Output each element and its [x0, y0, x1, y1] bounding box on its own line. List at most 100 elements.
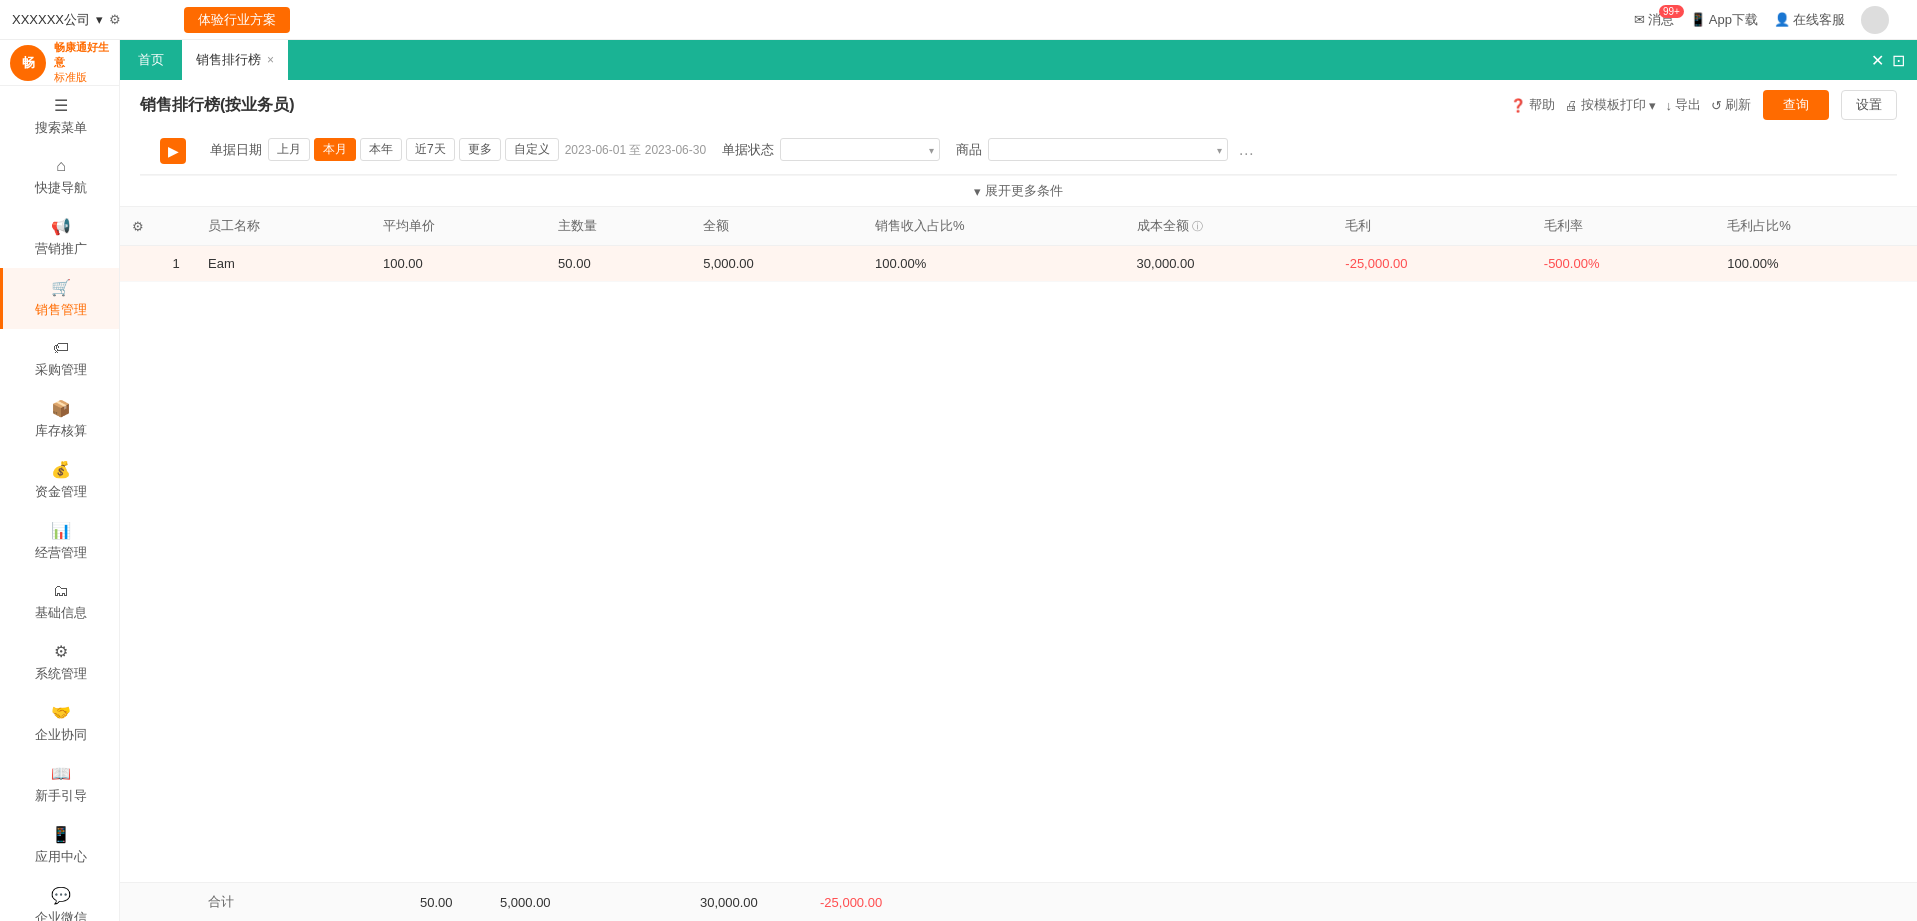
sidebar-item-basic[interactable]: 🗂 基础信息 — [0, 572, 119, 632]
table-header: ⚙ 员工名称 平均单价 主数量 全额 销售收入占比% 成本全额 ⓘ 毛利 毛利率… — [120, 207, 1917, 246]
avatar[interactable] — [1861, 6, 1889, 34]
date-btn-more[interactable]: 更多 — [459, 138, 501, 161]
filter-expand-icon[interactable]: ▶ — [160, 138, 186, 164]
message-button[interactable]: ✉ 消息 99+ — [1634, 11, 1674, 29]
col-sales-pct: 销售收入占比% — [863, 207, 1125, 246]
goods-filter-label: 商品 — [956, 141, 982, 159]
page-body: ⚙ 员工名称 平均单价 主数量 全额 销售收入占比% 成本全额 ⓘ 毛利 毛利率… — [120, 207, 1917, 921]
goods-select[interactable] — [988, 138, 1228, 161]
trial-button[interactable]: 体验行业方案 — [184, 7, 290, 33]
sidebar-item-label: 销售管理 — [35, 301, 87, 319]
filter-row: ▶ 单据日期 上月 本月 本年 近7天 更多 自定义 — [140, 128, 1897, 175]
main-content: 首页 销售排行榜 × ✕ ⊡ 销售排行榜(按业务员) ❓ — [120, 40, 1917, 921]
help-button[interactable]: ❓ 帮助 — [1510, 96, 1555, 114]
sidebar-item-purchase[interactable]: 🏷 采购管理 — [0, 329, 119, 389]
date-btn-last-month[interactable]: 上月 — [268, 138, 310, 161]
sidebar-item-system[interactable]: ⚙ 系统管理 — [0, 632, 119, 693]
sidebar-item-label: 采购管理 — [35, 361, 87, 379]
sidebar-item-quick[interactable]: ⌂ 快捷导航 — [0, 147, 119, 207]
tab-home[interactable]: 首页 — [120, 40, 182, 80]
sidebar-item-label: 基础信息 — [35, 604, 87, 622]
basic-icon: 🗂 — [53, 582, 69, 600]
sales-icon: 🛒 — [51, 278, 71, 297]
date-btn-this-year[interactable]: 本年 — [360, 138, 402, 161]
sidebar-item-wechat[interactable]: 💬 企业微信 — [0, 876, 119, 921]
wechat-icon: 💬 — [51, 886, 71, 905]
restore-window-icon[interactable]: ⊡ — [1892, 51, 1905, 70]
export-button[interactable]: ↓ 导出 — [1666, 96, 1702, 114]
row-gross-pct: 100.00% — [1715, 246, 1917, 282]
status-select[interactable] — [780, 138, 940, 161]
service-icon: 👤 — [1774, 12, 1790, 27]
sidebar-item-label: 库存核算 — [35, 422, 87, 440]
online-service-button[interactable]: 👤 在线客服 — [1774, 11, 1845, 29]
print-button[interactable]: 🖨 按模板打印 ▾ — [1565, 96, 1656, 114]
col-avg-price: 平均单价 — [371, 207, 546, 246]
tab-close-icon[interactable]: × — [267, 53, 274, 67]
page-actions: ❓ 帮助 🖨 按模板打印 ▾ ↓ 导出 — [1510, 96, 1752, 114]
footer-label: 合计 — [208, 893, 328, 911]
table-body: 1 Eam 100.00 50.00 5,000.00 100.00% 30,0… — [120, 246, 1917, 282]
row-gross-rate: -500.00% — [1532, 246, 1715, 282]
settings-icon[interactable]: ⚙ — [109, 12, 121, 27]
company-selector[interactable]: XXXXXX公司 ▾ ⚙ — [12, 11, 172, 29]
sidebar-item-inventory[interactable]: 📦 库存核算 — [0, 389, 119, 450]
date-range-display: 2023-06-01 至 2023-06-30 — [565, 142, 706, 159]
sidebar-item-label: 快捷导航 — [35, 179, 87, 197]
sidebar-item-label: 经营管理 — [35, 544, 87, 562]
status-filter-label: 单据状态 — [722, 141, 774, 159]
sidebar-item-label: 应用中心 — [35, 848, 87, 866]
col-qty: 主数量 — [546, 207, 691, 246]
date-filter-label: 单据日期 — [210, 141, 262, 159]
page-title: 销售排行榜(按业务员) — [140, 95, 295, 116]
sidebar-item-marketing[interactable]: 📢 营销推广 — [0, 207, 119, 268]
sidebar-item-finance[interactable]: 💰 资金管理 — [0, 450, 119, 511]
col-settings[interactable]: ⚙ — [120, 207, 156, 246]
tabbar-actions: ✕ ⊡ — [1871, 51, 1917, 70]
sidebar-item-label: 资金管理 — [35, 483, 87, 501]
status-select-wrapper: ▾ — [780, 138, 940, 161]
sidebar-item-label: 营销推广 — [35, 240, 87, 258]
marketing-icon: 📢 — [51, 217, 71, 236]
goods-more-icon[interactable]: … — [1238, 141, 1254, 159]
operations-icon: 📊 — [51, 521, 71, 540]
dropdown-icon: ▾ — [96, 12, 103, 27]
sidebar-item-label: 企业协同 — [35, 726, 87, 744]
message-icon: ✉ — [1634, 12, 1645, 27]
export-icon: ↓ — [1666, 98, 1673, 113]
logo-icon: 畅 — [10, 45, 46, 81]
sidebar-item-operations[interactable]: 📊 经营管理 — [0, 511, 119, 572]
sidebar-item-label: 企业微信 — [35, 909, 87, 921]
sidebar-item-guide[interactable]: 📖 新手引导 — [0, 754, 119, 815]
date-btn-7days[interactable]: 近7天 — [406, 138, 455, 161]
footer-gross: -25,000.00 — [808, 895, 894, 910]
row-cost: 30,000.00 — [1125, 246, 1334, 282]
goods-filter: 商品 ▾ … — [956, 138, 1254, 161]
sidebar-item-apps[interactable]: 📱 应用中心 — [0, 815, 119, 876]
message-badge: 99+ — [1659, 5, 1684, 18]
sidebar-item-search[interactable]: ☰ 搜索菜单 — [0, 86, 119, 147]
inventory-icon: 📦 — [51, 399, 71, 418]
tabbar: 首页 销售排行榜 × ✕ ⊡ — [120, 40, 1917, 80]
date-btn-custom[interactable]: 自定义 — [505, 138, 559, 161]
app-download-button[interactable]: 📱 App下载 — [1690, 11, 1758, 29]
setting-button[interactable]: 设置 — [1841, 90, 1897, 120]
expand-more-button[interactable]: ▾ 展开更多条件 — [974, 182, 1063, 200]
topbar-right: ✉ 消息 99+ 📱 App下载 👤 在线客服 — [1634, 6, 1905, 34]
close-all-tabs-icon[interactable]: ✕ — [1871, 51, 1884, 70]
date-btn-this-month[interactable]: 本月 — [314, 138, 356, 161]
query-button[interactable]: 查询 — [1763, 90, 1829, 120]
tab-sales-ranking[interactable]: 销售排行榜 × — [182, 40, 288, 80]
refresh-button[interactable]: ↺ 刷新 — [1711, 96, 1751, 114]
row-name: Eam — [196, 246, 371, 282]
row-qty: 50.00 — [546, 246, 691, 282]
expand-more-row: ▾ 展开更多条件 — [140, 175, 1897, 206]
row-sales-pct: 100.00% — [863, 246, 1125, 282]
footer-qty: 50.00 — [408, 895, 488, 910]
data-table: ⚙ 员工名称 平均单价 主数量 全额 销售收入占比% 成本全额 ⓘ 毛利 毛利率… — [120, 207, 1917, 282]
row-avg-price: 100.00 — [371, 246, 546, 282]
sidebar-item-enterprise[interactable]: 🤝 企业协同 — [0, 693, 119, 754]
sidebar-item-sales[interactable]: 🛒 销售管理 — [0, 268, 119, 329]
refresh-icon: ↺ — [1711, 98, 1722, 113]
table-row: 1 Eam 100.00 50.00 5,000.00 100.00% 30,0… — [120, 246, 1917, 282]
